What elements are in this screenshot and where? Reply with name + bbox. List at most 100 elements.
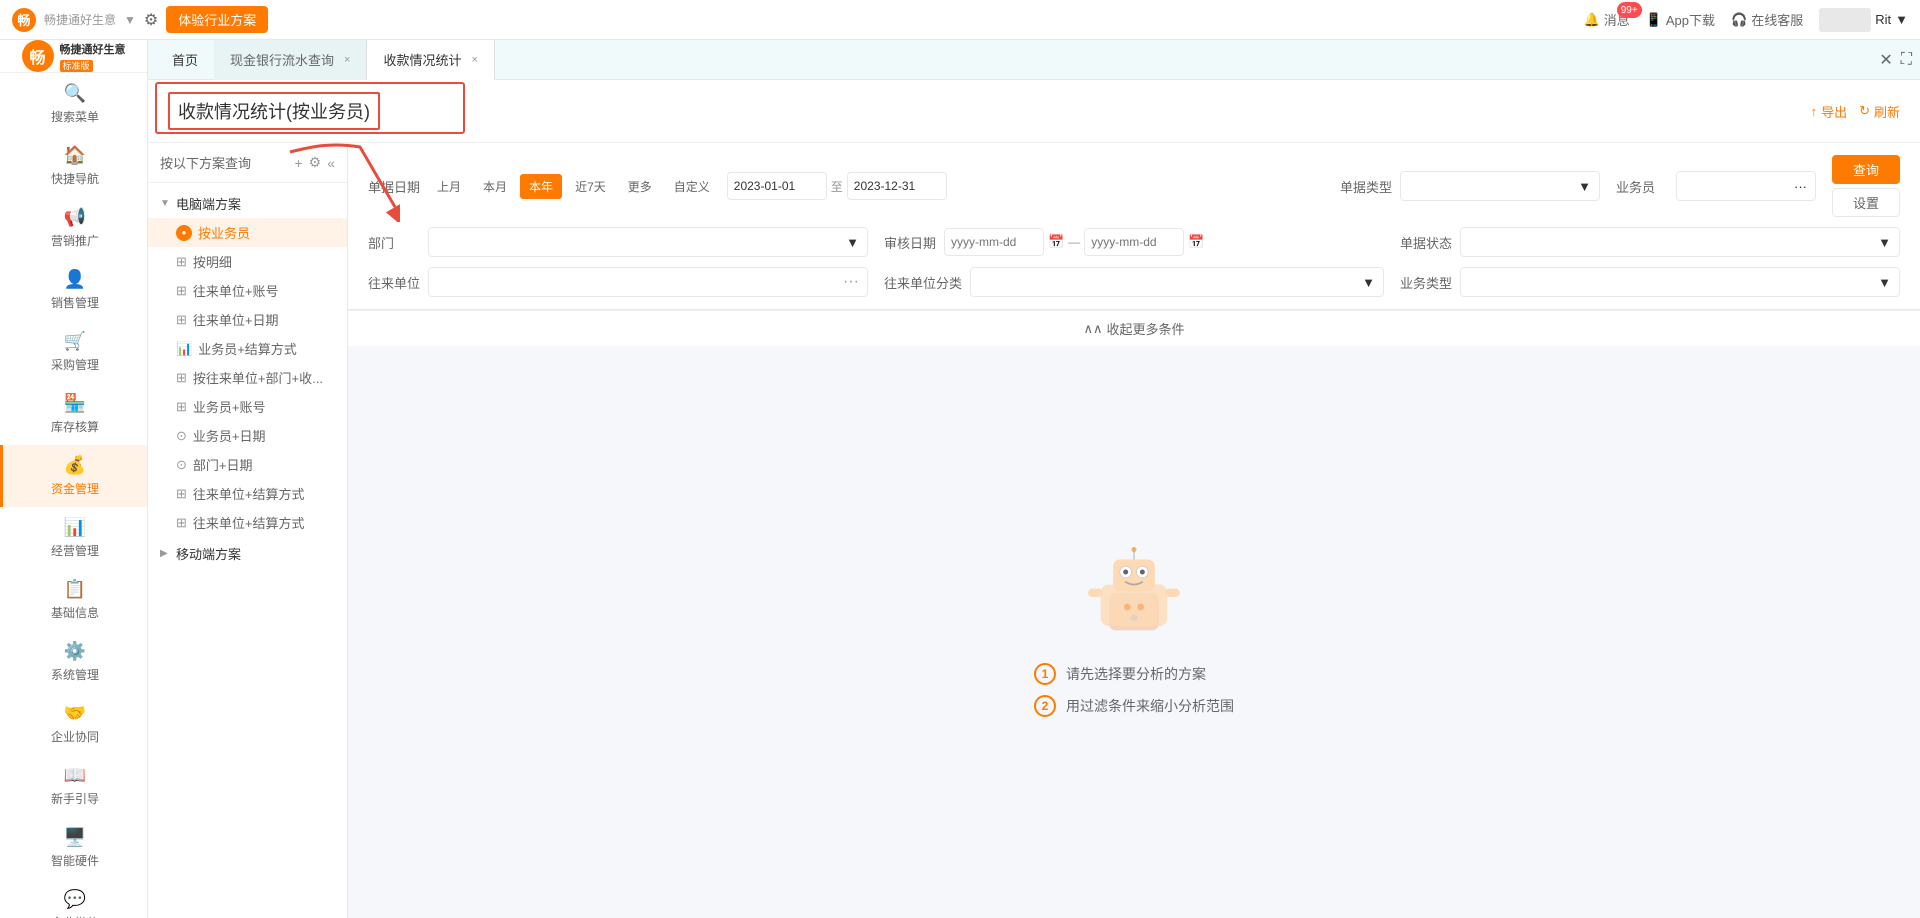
sidebar-item-search[interactable]: 🔍 搜索菜单: [0, 73, 147, 135]
filter-partner-cat-select[interactable]: ▼: [970, 267, 1384, 297]
sidebar-item-guide[interactable]: 📖 新手引导: [0, 755, 147, 817]
tree-item-by-detail[interactable]: ⊞ 按明细: [148, 247, 347, 276]
tree-item-partner-date[interactable]: ⊞ 往来单位+日期: [148, 305, 347, 334]
wechat-icon: 💬: [64, 889, 86, 910]
filter-area: 单据日期 上月 本月 本年 近7天 更多 自定义: [348, 143, 1920, 310]
tree-item-partner-settle1[interactable]: ⊞ 往来单位+结算方式: [148, 479, 347, 508]
tab-bank-close[interactable]: ×: [344, 54, 350, 66]
online-service-btn[interactable]: 🎧 在线客服: [1731, 10, 1803, 29]
collapse-filter-btn[interactable]: ∧∧ 收起更多条件: [348, 310, 1920, 346]
tab-collection[interactable]: 收款情况统计 ×: [367, 40, 494, 80]
tree-item-by-salesperson[interactable]: ● 按业务员: [148, 218, 347, 247]
sidebar-item-basic[interactable]: 📋 基础信息: [0, 569, 147, 631]
sidebar-item-label-purchase: 采购管理: [51, 356, 99, 373]
date-tab-last7[interactable]: 近7天: [566, 174, 615, 199]
date-from-input[interactable]: [727, 172, 827, 200]
export-btn[interactable]: ↑ 导出: [1811, 102, 1848, 121]
date-tab-more[interactable]: 更多: [619, 174, 661, 199]
inventory-icon: 🏪: [64, 393, 86, 414]
sidebar-item-system[interactable]: ⚙️ 系统管理: [0, 631, 147, 693]
tree-group-desktop: ▼ 电脑端方案 ● 按业务员 ⊞ 按明细 ⊞ 往: [148, 189, 347, 537]
tab-home[interactable]: 首页: [156, 40, 214, 80]
sidebar-item-sales[interactable]: 👤 销售管理: [0, 259, 147, 321]
tab-close-window-icon[interactable]: ✕: [1879, 50, 1892, 70]
tree-group-desktop-label: 电脑端方案: [176, 194, 241, 213]
sidebar-item-marketing[interactable]: 📢 营销推广: [0, 197, 147, 259]
home-icon: 🏠: [64, 145, 86, 166]
sidebar-item-label-basic: 基础信息: [51, 604, 99, 621]
sidebar-item-finance[interactable]: 💰 资金管理: [0, 445, 147, 507]
date-tabs: 上月 本月 本年 近7天 更多 自定义: [428, 174, 719, 199]
sidebar-item-inventory[interactable]: 🏪 库存核算: [0, 383, 147, 445]
tree-group-desktop-header[interactable]: ▼ 电脑端方案: [148, 189, 347, 218]
date-to-input[interactable]: [847, 172, 947, 200]
review-date-from[interactable]: [944, 228, 1044, 256]
sidebar-item-label-enterprise: 企业协同: [51, 728, 99, 745]
date-tab-this-year[interactable]: 本年: [520, 174, 562, 199]
export-label: 导出: [1821, 102, 1847, 121]
tree-item-dept-date[interactable]: ⊙ 部门+日期: [148, 450, 347, 479]
filter-dept-select[interactable]: ▼: [428, 227, 868, 257]
empty-state: 1 请先选择要分析的方案 2 用过滤条件来缩小分析范围: [348, 346, 1920, 918]
filter-docstatus-select[interactable]: ▼: [1460, 227, 1900, 257]
grid-icon-ps2: ⊞: [176, 515, 187, 531]
sidebar-item-business[interactable]: 📊 经营管理: [0, 507, 147, 569]
sidebar-item-shortcuts[interactable]: 🏠 快捷导航: [0, 135, 147, 197]
tree-item-salesperson-date[interactable]: ⊙ 业务员+日期: [148, 421, 347, 450]
sidebar-item-enterprise[interactable]: 🤝 企业协同: [0, 693, 147, 755]
tree-item-partner-settle2[interactable]: ⊞ 往来单位+结算方式: [148, 508, 347, 537]
filter-biztype-select[interactable]: ▼: [1460, 267, 1900, 297]
tree-item-salesperson-settlement[interactable]: 📊 业务员+结算方式: [148, 334, 347, 363]
query-btn[interactable]: 查询: [1832, 155, 1900, 184]
active-dot-icon: ●: [176, 225, 192, 241]
scheme-settings-btn[interactable]: ⚙: [309, 154, 322, 171]
notification-btn[interactable]: 🔔 消息 99+: [1584, 10, 1630, 29]
settings-btn[interactable]: 设置: [1832, 188, 1900, 217]
scheme-header-label: 按以下方案查询: [160, 153, 288, 172]
breadcrumb-dropdown[interactable]: ▼: [124, 13, 136, 27]
export-icon: ↑: [1811, 104, 1818, 119]
online-service-label: 在线客服: [1751, 10, 1803, 29]
user-dropdown-icon: ▼: [1895, 12, 1908, 27]
scheme-collapse-btn[interactable]: «: [327, 155, 335, 171]
calendar-icon-to[interactable]: 📅: [1188, 234, 1204, 250]
sidebar-item-hardware[interactable]: 🖥️ 智能硬件: [0, 817, 147, 879]
date-tab-last-month[interactable]: 上月: [428, 174, 470, 199]
sidebar-item-wechat[interactable]: 💬 企业微信: [0, 879, 147, 918]
filter-date-item: 单据日期 上月 本月 本年 近7天 更多 自定义: [368, 172, 1324, 200]
tree-item-label-partner-settle1: 往来单位+结算方式: [193, 484, 305, 503]
tree-item-partner-account[interactable]: ⊞ 往来单位+账号: [148, 276, 347, 305]
enterprise-icon: 🤝: [64, 703, 86, 724]
sidebar-item-purchase[interactable]: 🛒 采购管理: [0, 321, 147, 383]
guide-icon: 📖: [64, 765, 86, 786]
tab-collection-close[interactable]: ×: [471, 54, 477, 66]
filter-partner-select[interactable]: ···: [428, 267, 868, 297]
filter-doctype-select[interactable]: ▼: [1400, 171, 1600, 201]
sidebar-item-label-marketing: 营销推广: [51, 232, 99, 249]
filter-salesperson-select[interactable]: ···: [1676, 171, 1816, 201]
partner-ellipsis-icon[interactable]: ···: [843, 273, 859, 291]
scheme-add-btn[interactable]: +: [294, 155, 302, 171]
calendar-icon-from[interactable]: 📅: [1048, 234, 1064, 250]
sidebar-item-label-system: 系统管理: [51, 666, 99, 683]
refresh-btn[interactable]: ↻ 刷新: [1859, 102, 1900, 121]
sales-icon: 👤: [64, 269, 86, 290]
tree-item-salesperson-account[interactable]: ⊞ 业务员+账号: [148, 392, 347, 421]
date-tab-custom[interactable]: 自定义: [665, 174, 719, 199]
date-tab-this-month[interactable]: 本月: [474, 174, 516, 199]
tree-item-partner-dept[interactable]: ⊞ 按往来单位+部门+收...: [148, 363, 347, 392]
app-download-btn[interactable]: 📱 App下载: [1646, 10, 1715, 29]
tab-bank[interactable]: 现金银行流水查询 ×: [214, 40, 367, 80]
review-date-sep: —: [1068, 235, 1080, 249]
tree-item-label-ss: 业务员+结算方式: [198, 339, 297, 358]
review-date-to[interactable]: [1084, 228, 1184, 256]
grid-icon-detail: ⊞: [176, 254, 187, 270]
gear-button[interactable]: ⚙: [144, 10, 158, 30]
tree-item-label-partner-settle2: 往来单位+结算方式: [193, 513, 305, 532]
trial-button[interactable]: 体验行业方案: [166, 6, 268, 33]
tree-group-mobile-header[interactable]: ▶ 移动端方案: [148, 539, 347, 568]
collapse-icon: ∧∧: [1083, 321, 1102, 337]
tree-arrow-desktop: ▼: [160, 198, 172, 209]
tab-maximize-icon[interactable]: ⛶: [1901, 51, 1912, 69]
user-menu[interactable]: Rit ▼: [1819, 8, 1908, 32]
